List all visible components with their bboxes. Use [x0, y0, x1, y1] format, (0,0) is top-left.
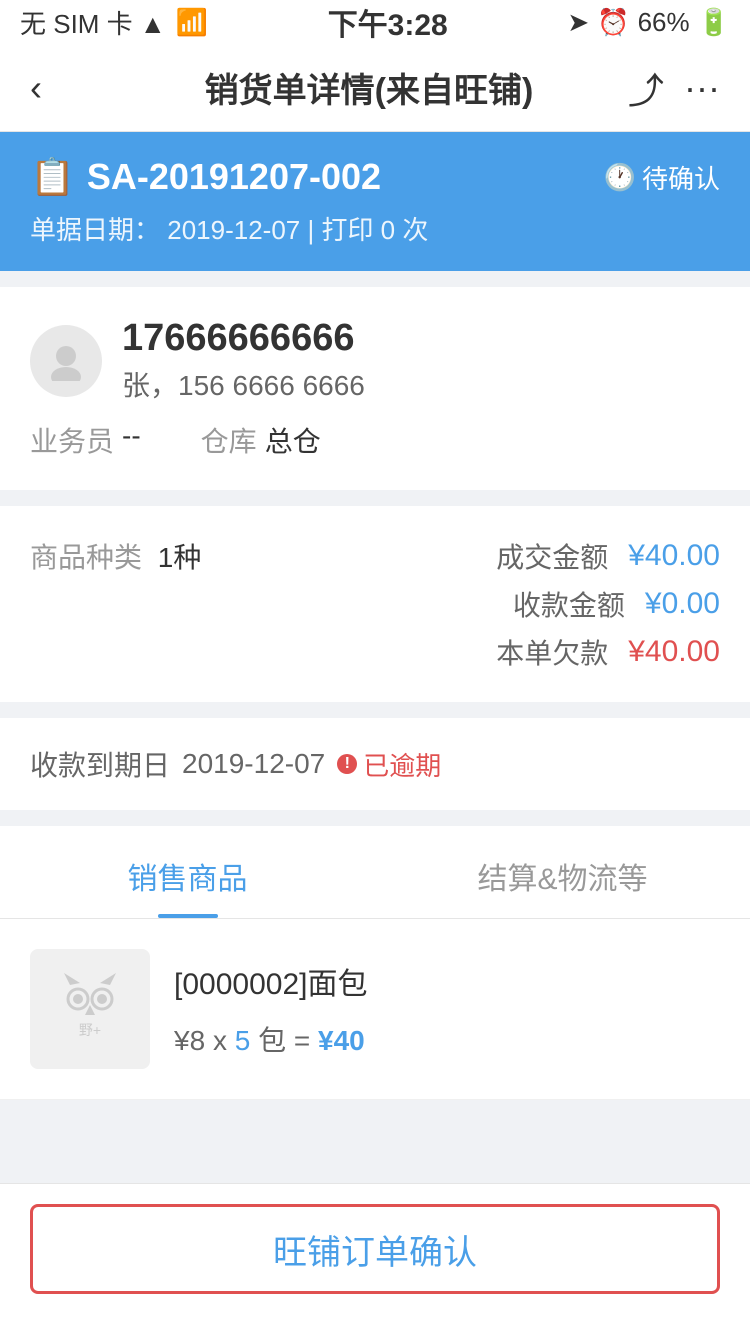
status-time: 下午3:28: [328, 0, 448, 44]
due-date-value: 2019-12-07: [182, 748, 325, 780]
warehouse-label: 仓库: [201, 420, 257, 460]
sales-label: 业务员: [30, 420, 114, 460]
product-price: ¥8 x 5 包 = ¥40: [174, 1019, 720, 1059]
product-name: [0000002]面包: [174, 959, 720, 1003]
avatar: [30, 325, 102, 397]
print-label: | 打印 0 次: [307, 215, 428, 245]
product-logo: 野+: [50, 965, 130, 1053]
type-value: 1种: [158, 542, 202, 573]
page-title: 销货单详情(来自旺铺): [205, 63, 534, 112]
customer-name: 张，156 6666 6666: [122, 364, 365, 404]
svg-text:野+: 野+: [79, 1022, 101, 1038]
warehouse-value: 总仓: [265, 420, 321, 460]
order-id: 📋 SA-20191207-002: [30, 156, 381, 198]
overdue-icon: !: [337, 754, 357, 774]
due-date-label: 收款到期日: [30, 744, 170, 784]
tab-products-label: 销售商品: [128, 863, 248, 896]
product-list: 野+ [0000002]面包 ¥8 x 5 包 = ¥40: [0, 919, 750, 1100]
order-header: 📋 SA-20191207-002 🕐 待确认 单据日期： 2019-12-07…: [0, 132, 750, 271]
alarm-icon: ⏰: [597, 7, 629, 38]
amount-value: ¥40.00: [628, 539, 720, 573]
summary-card: 商品种类 1种 成交金额 ¥40.00 收款金额 ¥0.00 本单欠款 ¥40.…: [0, 506, 750, 702]
price-x: x: [213, 1025, 235, 1056]
product-item: 野+ [0000002]面包 ¥8 x 5 包 = ¥40: [0, 919, 750, 1100]
order-date-row: 单据日期： 2019-12-07 | 打印 0 次: [30, 210, 720, 247]
battery-icon: 🔋: [698, 7, 730, 38]
status-bar: 无 SIM 卡 ▲ 📶 下午3:28 ➤ ⏰ 66% 🔋: [0, 0, 750, 44]
sim-label: 无 SIM 卡 ▲: [20, 4, 166, 41]
customer-card: 17666666666 张，156 6666 6666 业务员 -- 仓库 总仓: [0, 287, 750, 490]
total-value: ¥40: [318, 1025, 365, 1056]
share-button[interactable]: ⤴: [628, 62, 664, 114]
tab-products[interactable]: 销售商品: [0, 826, 375, 918]
equals: =: [294, 1025, 318, 1056]
received-value: ¥0.00: [645, 587, 720, 621]
more-button[interactable]: ···: [684, 67, 720, 109]
overdue-text: 已逾期: [363, 746, 441, 783]
customer-meta: 业务员 -- 仓库 总仓: [30, 420, 720, 460]
order-status-text: 待确认: [642, 159, 720, 196]
owed-value: ¥40.00: [628, 635, 720, 669]
overdue-badge: ! 已逾期: [337, 746, 441, 783]
order-date-value: 2019-12-07: [167, 215, 300, 245]
price-value: ¥8: [174, 1025, 205, 1056]
battery-label: 66%: [638, 7, 690, 38]
order-icon: 📋: [30, 156, 75, 198]
sales-value: --: [122, 420, 141, 460]
summary-left: 商品种类 1种: [30, 536, 201, 576]
order-date-label: 单据日期：: [30, 215, 160, 245]
nav-bar: ‹ 销货单详情(来自旺铺) ⤴ ···: [0, 44, 750, 132]
owed-label: 本单欠款: [496, 632, 608, 672]
unit-value: 包: [258, 1025, 286, 1056]
confirm-order-button[interactable]: 旺铺订单确认: [30, 1204, 720, 1294]
product-info: [0000002]面包 ¥8 x 5 包 = ¥40: [174, 959, 720, 1059]
received-label: 收款金额: [513, 584, 625, 624]
tabs: 销售商品 结算&物流等: [0, 826, 750, 919]
bottom-bar: 旺铺订单确认: [0, 1183, 750, 1334]
location-icon: ➤: [567, 7, 589, 38]
wifi-icon: 📶: [176, 7, 208, 38]
back-button[interactable]: ‹: [30, 67, 42, 109]
order-status: 🕐 待确认: [604, 159, 720, 196]
tab-settlement[interactable]: 结算&物流等: [375, 826, 750, 918]
due-date-card: 收款到期日 2019-12-07 ! 已逾期: [0, 718, 750, 810]
product-thumbnail: 野+: [30, 949, 150, 1069]
order-id-text: SA-20191207-002: [87, 156, 381, 198]
type-label: 商品种类: [30, 542, 142, 573]
status-left: 无 SIM 卡 ▲ 📶: [20, 4, 208, 41]
nav-right: ⤴ ···: [628, 62, 720, 114]
nav-left: ‹: [30, 67, 110, 109]
clock-icon: 🕐: [604, 162, 636, 193]
tab-settlement-label: 结算&物流等: [477, 863, 647, 896]
status-right: ➤ ⏰ 66% 🔋: [567, 7, 730, 38]
summary-right: 成交金额 ¥40.00 收款金额 ¥0.00 本单欠款 ¥40.00: [496, 536, 720, 672]
qty-value: 5: [235, 1025, 251, 1056]
customer-phone: 17666666666: [122, 317, 365, 360]
amount-label: 成交金额: [496, 536, 608, 576]
